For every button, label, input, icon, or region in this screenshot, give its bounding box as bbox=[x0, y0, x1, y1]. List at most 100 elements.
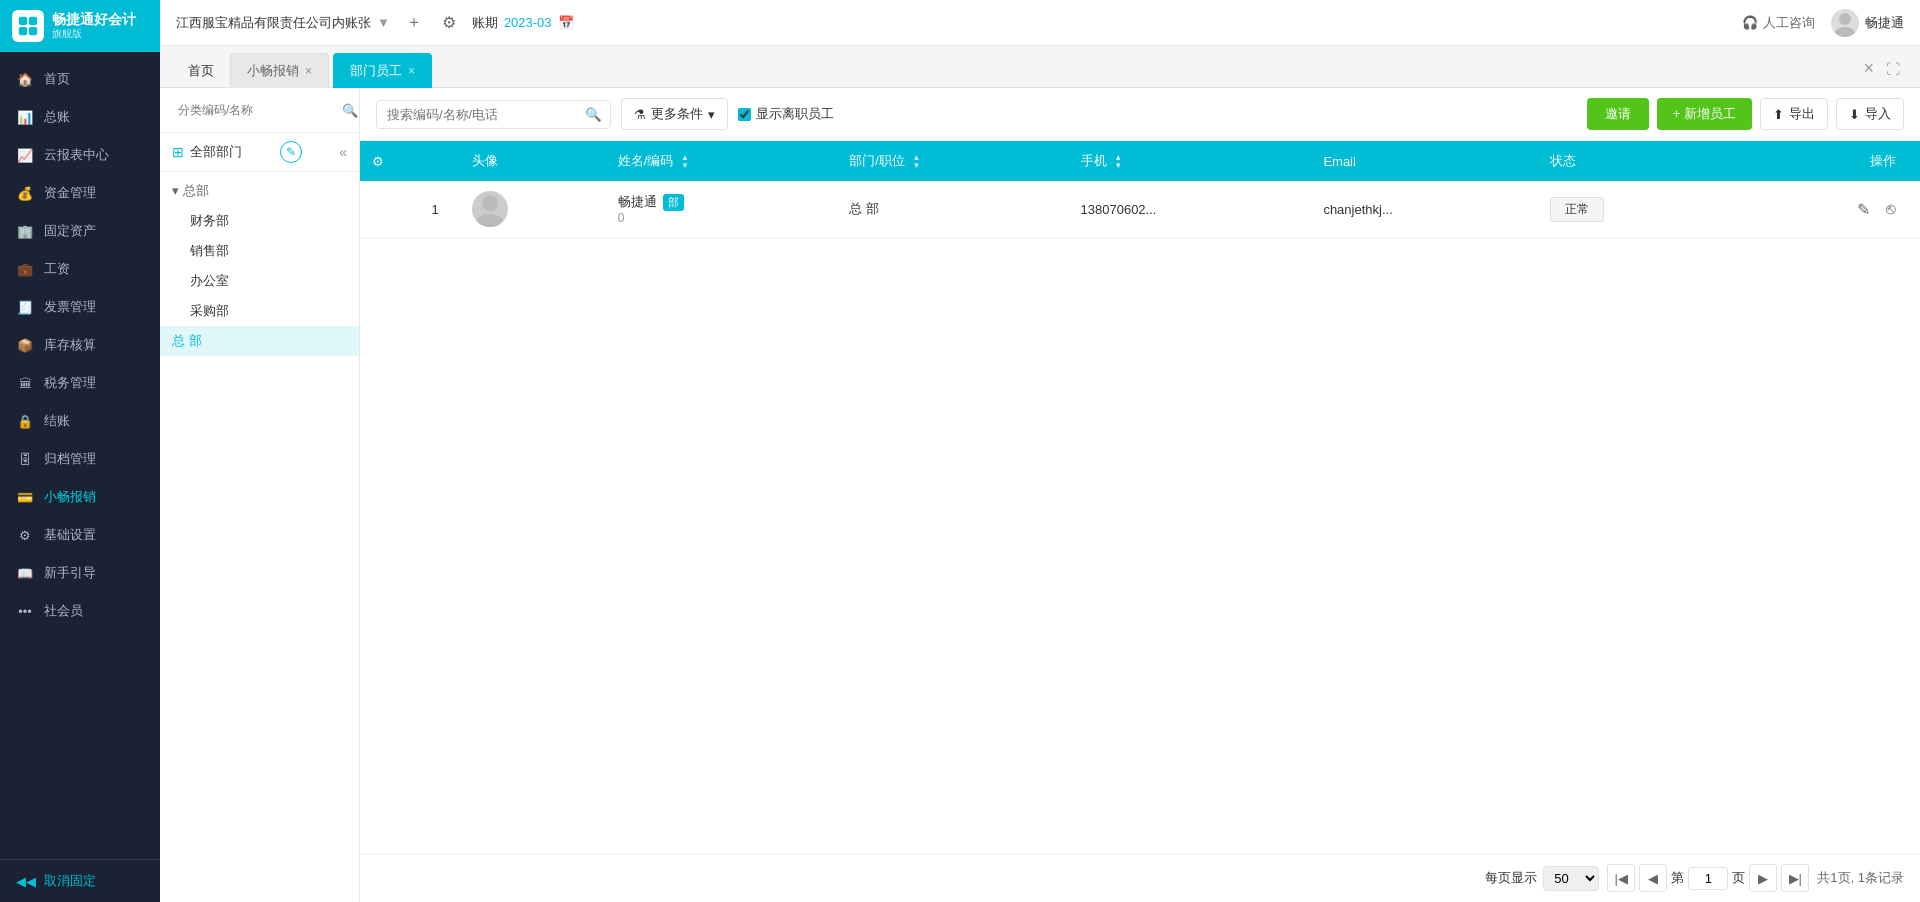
sidebar-item-settings-label: 基础设置 bbox=[44, 526, 96, 544]
dept-search-input[interactable] bbox=[170, 98, 336, 122]
add-tab-button[interactable]: ＋ bbox=[402, 8, 426, 37]
show-resigned-label: 显示离职员工 bbox=[756, 105, 834, 123]
main-area: 江西服宝精品有限责任公司内账张 ▼ ＋ ⚙ 账期 2023-03 📅 🎧 人工咨… bbox=[160, 0, 1920, 902]
guide-icon: 📖 bbox=[16, 564, 34, 582]
sidebar-item-guide[interactable]: 📖 新手引导 bbox=[0, 554, 160, 592]
sort-dept-icon: ▲▼ bbox=[912, 154, 920, 170]
sidebar-item-reports[interactable]: 📈 云报表中心 bbox=[0, 136, 160, 174]
dept-node-office[interactable]: 办公室 bbox=[160, 266, 359, 296]
settings-icon: ⚙ bbox=[16, 526, 34, 544]
dept-node-sales[interactable]: 销售部 bbox=[160, 236, 359, 266]
settings-button[interactable]: ⚙ bbox=[438, 9, 460, 36]
employee-search-input[interactable] bbox=[377, 101, 577, 128]
sidebar-item-expense[interactable]: 💳 小畅报销 bbox=[0, 478, 160, 516]
sidebar-item-tax[interactable]: 🏛 税务管理 bbox=[0, 364, 160, 402]
employee-search-button[interactable]: 🔍 bbox=[577, 101, 610, 128]
table-header-phone[interactable]: 手机 ▲▼ bbox=[1069, 141, 1312, 181]
last-page-button[interactable]: ▶| bbox=[1781, 864, 1809, 892]
expand-button[interactable]: ⛶ bbox=[1882, 57, 1904, 81]
sidebar-item-archive[interactable]: 🗄 归档管理 bbox=[0, 440, 160, 478]
sidebar-item-invoice[interactable]: 🧾 发票管理 bbox=[0, 288, 160, 326]
close-all-tabs-button[interactable]: × bbox=[1859, 54, 1878, 83]
show-resigned-input[interactable] bbox=[738, 108, 751, 121]
employee-table: ⚙ 头像 姓名/编码 ▲▼ 部门/职位 ▲▼ bbox=[360, 141, 1920, 238]
username: 畅捷通 bbox=[1865, 14, 1904, 32]
invite-button[interactable]: 邀请 bbox=[1587, 98, 1649, 130]
tab-home-label: 首页 bbox=[188, 62, 214, 80]
table-header-dept[interactable]: 部门/职位 ▲▼ bbox=[837, 141, 1068, 181]
page-unit: 页 bbox=[1732, 869, 1745, 887]
dept-node-general[interactable]: ▾ 总部 bbox=[160, 176, 359, 206]
period-value: 2023-03 bbox=[504, 15, 552, 30]
employee-toolbar: 🔍 ⚗ 更多条件 ▾ 显示离职员工 邀请 + 新增员工 ⬆ 导出 bbox=[360, 88, 1920, 141]
page-size-select[interactable]: 20 50 100 bbox=[1543, 866, 1599, 891]
dept-node-general2[interactable]: 总 部 bbox=[160, 326, 359, 356]
export-icon: ⬆ bbox=[1773, 107, 1784, 122]
table-header-name[interactable]: 姓名/编码 ▲▼ bbox=[606, 141, 837, 181]
prev-page-button[interactable]: ◀ bbox=[1639, 864, 1667, 892]
sidebar-item-ledger[interactable]: 📊 总账 bbox=[0, 98, 160, 136]
employee-avatar bbox=[472, 191, 508, 227]
dept-node-finance[interactable]: 财务部 bbox=[160, 206, 359, 236]
dept-collapse-button[interactable]: « bbox=[339, 144, 347, 160]
sidebar-item-expense-label: 小畅报销 bbox=[44, 488, 96, 506]
add-employee-button[interactable]: + 新增员工 bbox=[1657, 98, 1752, 130]
sidebar-item-home-label: 首页 bbox=[44, 70, 70, 88]
sidebar-logo[interactable]: 畅捷通好会计 旗舰版 bbox=[0, 0, 160, 52]
dept-search-icon[interactable]: 🔍 bbox=[342, 103, 358, 118]
ledger-icon: 📊 bbox=[16, 108, 34, 126]
pin-icon: ◀◀ bbox=[16, 874, 36, 889]
user-menu[interactable]: 畅捷通 bbox=[1831, 9, 1904, 37]
row-name-code: 畅捷通 部 0 bbox=[606, 181, 837, 238]
sidebar-item-funds[interactable]: 💰 资金管理 bbox=[0, 174, 160, 212]
tax-icon: 🏛 bbox=[16, 374, 34, 392]
show-resigned-checkbox[interactable]: 显示离职员工 bbox=[738, 105, 834, 123]
content-area: 🔍 ⊞ 全部部门 ✎ « ▾ 总部 财务部 销售部 办公室 采购部 总 部 bbox=[160, 88, 1920, 902]
sidebar-item-assets-label: 固定资产 bbox=[44, 222, 96, 240]
sidebar-item-settings[interactable]: ⚙ 基础设置 bbox=[0, 516, 160, 554]
table-header-email: Email bbox=[1311, 141, 1538, 181]
sidebar-pin-label: 取消固定 bbox=[44, 872, 96, 890]
dept-node-purchase[interactable]: 采购部 bbox=[160, 296, 359, 326]
expense-icon: 💳 bbox=[16, 488, 34, 506]
sidebar-item-salary[interactable]: 💼 工资 bbox=[0, 250, 160, 288]
filter-icon: ⚗ bbox=[634, 107, 646, 122]
tab-dept-emp-label: 部门员工 bbox=[350, 62, 402, 80]
sidebar-item-more[interactable]: ••• 社会员 bbox=[0, 592, 160, 630]
svg-point-6 bbox=[482, 195, 498, 211]
first-page-button[interactable]: |◀ bbox=[1607, 864, 1635, 892]
funds-icon: 💰 bbox=[16, 184, 34, 202]
more-icon: ••• bbox=[16, 602, 34, 620]
filter-button[interactable]: ⚗ 更多条件 ▾ bbox=[621, 98, 728, 130]
dept-search-bar: 🔍 bbox=[160, 88, 359, 133]
next-page-button[interactable]: ▶ bbox=[1749, 864, 1777, 892]
row-status: 正常 bbox=[1538, 181, 1728, 238]
page-input-group: 第 页 bbox=[1671, 867, 1745, 890]
dept-edit-button[interactable]: ✎ bbox=[280, 141, 302, 163]
app-edition: 旗舰版 bbox=[52, 27, 136, 41]
sidebar-item-assets[interactable]: 🏢 固定资产 bbox=[0, 212, 160, 250]
sidebar-pin-button[interactable]: ◀◀ 取消固定 bbox=[0, 859, 160, 902]
sidebar-item-home[interactable]: 🏠 首页 bbox=[0, 60, 160, 98]
logout-employee-button[interactable]: ⎋ bbox=[1882, 198, 1900, 221]
tab-expense[interactable]: 小畅报销 × bbox=[230, 53, 329, 88]
import-button[interactable]: ⬇ 导入 bbox=[1836, 98, 1904, 130]
tab-home[interactable]: 首页 bbox=[176, 54, 226, 88]
sidebar-item-inventory[interactable]: 📦 库存核算 bbox=[0, 326, 160, 364]
page-number-input[interactable] bbox=[1688, 867, 1728, 890]
period-label: 账期 bbox=[472, 14, 498, 32]
edit-employee-button[interactable]: ✎ bbox=[1853, 198, 1874, 221]
tab-dept-emp-close[interactable]: × bbox=[408, 64, 415, 78]
tab-expense-close[interactable]: × bbox=[305, 64, 312, 78]
sidebar-item-close[interactable]: 🔒 结账 bbox=[0, 402, 160, 440]
period-selector[interactable]: 账期 2023-03 📅 bbox=[472, 14, 574, 32]
sort-phone-icon: ▲▼ bbox=[1114, 154, 1122, 170]
sidebar-item-reports-label: 云报表中心 bbox=[44, 146, 109, 164]
export-button[interactable]: ⬆ 导出 bbox=[1760, 98, 1828, 130]
table-header-gear[interactable]: ⚙ bbox=[360, 141, 410, 181]
service-button[interactable]: 🎧 人工咨询 bbox=[1742, 14, 1815, 32]
company-selector[interactable]: 江西服宝精品有限责任公司内账张 ▼ bbox=[176, 14, 390, 32]
tab-dept-emp[interactable]: 部门员工 × bbox=[333, 53, 432, 88]
company-name: 江西服宝精品有限责任公司内账张 bbox=[176, 14, 371, 32]
sidebar-item-more-label: 社会员 bbox=[44, 602, 83, 620]
